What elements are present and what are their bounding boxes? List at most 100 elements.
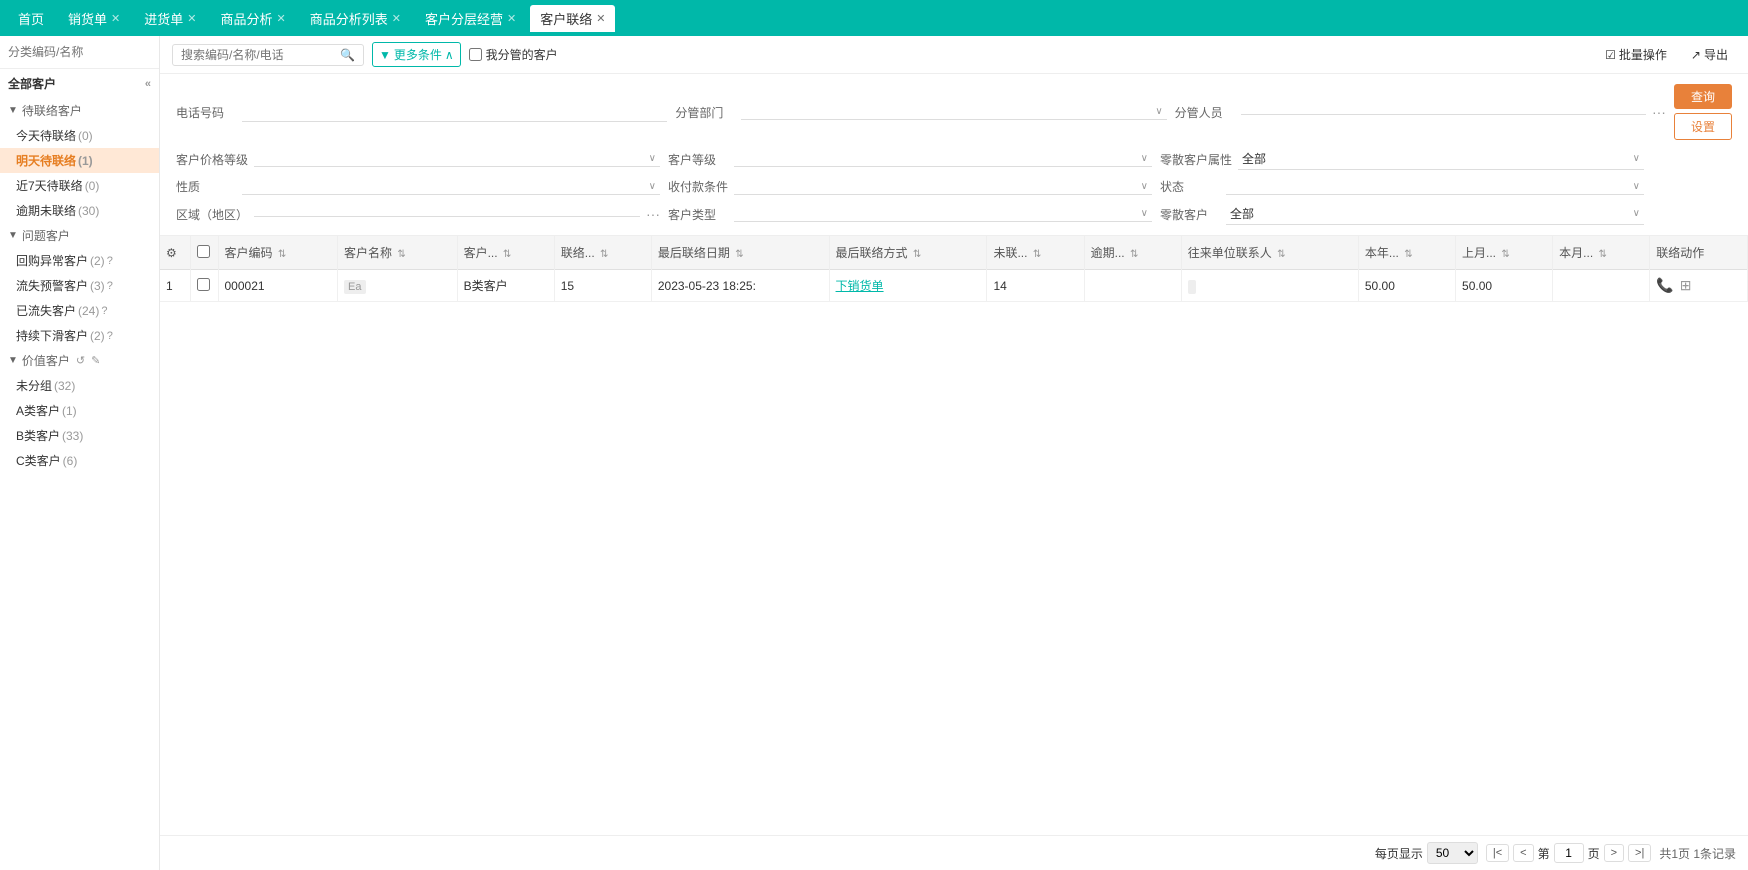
col-type: 客户... ⇅ (457, 236, 554, 270)
filter-region: 区域（地区） ··· (176, 206, 660, 223)
last-method-link[interactable]: 下销货单 (836, 279, 884, 293)
close-icon[interactable]: ✕ (277, 12, 286, 25)
close-icon[interactable]: ✕ (392, 12, 401, 25)
sidebar-item-overdue[interactable]: 逾期未联络(30) (0, 198, 159, 223)
arrow-icon: ▼ (8, 105, 18, 116)
col-un-contact: 未联... ⇅ (987, 236, 1084, 270)
nature-select[interactable]: ∨ (242, 179, 660, 195)
sidebar-item-tomorrow[interactable]: 明天待联络(1) (0, 148, 159, 173)
col-settings[interactable]: ⚙ (160, 236, 190, 270)
batch-operation-button[interactable]: ☑ 批量操作 (1597, 43, 1675, 66)
manager-input[interactable] (1241, 110, 1646, 115)
sidebar-item-repurchase[interactable]: 回购异常客户(2) ? (0, 248, 159, 273)
customer-level-select[interactable]: ∨ (734, 151, 1152, 167)
arrow-icon: ▼ (8, 355, 18, 366)
nav-sales[interactable]: 销货单 ✕ (58, 5, 130, 32)
sidebar-item-lost-warn[interactable]: 流失预警客户(3) ? (0, 273, 159, 298)
search-input[interactable] (181, 48, 336, 62)
more-icon[interactable]: ··· (646, 206, 660, 222)
status-select[interactable]: ∨ (1226, 179, 1644, 195)
sidebar-all-customers[interactable]: 全部客户 « (0, 69, 159, 98)
col-last-month: 上月... ⇅ (1456, 236, 1553, 270)
last-page-button[interactable]: >| (1628, 844, 1651, 862)
close-icon[interactable]: ✕ (596, 12, 605, 25)
sidebar-search-box[interactable]: 🔍 (0, 36, 159, 69)
filter-price-level: 客户价格等级 ∨ (176, 151, 660, 168)
sidebar-section-value[interactable]: ▼ 价值客户 ↺ ✎ (0, 348, 159, 373)
sort-icon[interactable]: ⇅ (1501, 249, 1509, 260)
phone-input[interactable] (242, 103, 667, 122)
sort-icon[interactable]: ⇅ (1277, 249, 1285, 260)
scatter-customer-select[interactable]: 全部 ∨ (1226, 203, 1644, 225)
sort-icon[interactable]: ⇅ (503, 249, 511, 260)
sidebar-item-ungroup[interactable]: 未分组(32) (0, 373, 159, 398)
sidebar-item-today[interactable]: 今天待联络(0) (0, 123, 159, 148)
payment-select[interactable]: ∨ (734, 179, 1152, 195)
sidebar-section-problem[interactable]: ▼ 问题客户 (0, 223, 159, 248)
sidebar-item-class-a[interactable]: A类客户(1) (0, 398, 159, 423)
refresh-icon[interactable]: ↺ (76, 354, 85, 367)
filter-row-2: 客户价格等级 ∨ 客户等级 ∨ 零散客户属性 全部 (176, 148, 1732, 170)
sidebar-item-7days[interactable]: 近7天待联络(0) (0, 173, 159, 198)
qr-icon[interactable]: ⊞ (1680, 277, 1692, 294)
nav-home[interactable]: 首页 (8, 5, 54, 32)
my-customers-checkbox-label[interactable]: 我分管的客户 (469, 46, 558, 63)
close-icon[interactable]: ✕ (507, 12, 516, 25)
page-size-select[interactable]: 50 100 200 (1427, 842, 1478, 864)
prev-page-button[interactable]: < (1513, 844, 1533, 862)
more-filter-button[interactable]: ▼ 更多条件 ∧ (372, 42, 461, 67)
sort-icon[interactable]: ⇅ (735, 249, 743, 260)
sort-icon[interactable]: ⇅ (913, 249, 921, 260)
sidebar-item-continuous-down[interactable]: 持续下滑客户(2) ? (0, 323, 159, 348)
sidebar-search-input[interactable] (8, 45, 160, 59)
close-icon[interactable]: ✕ (187, 12, 196, 25)
customer-table: ⚙ 客户编码 ⇅ 客户名称 ⇅ 客户... ⇅ 联络... ⇅ 最后联络日期 ⇅… (160, 236, 1748, 302)
next-page-button[interactable]: > (1604, 844, 1624, 862)
sort-icon[interactable]: ⇅ (600, 249, 608, 260)
cell-checkbox[interactable] (190, 270, 218, 302)
customer-type-select[interactable]: ∨ (734, 206, 1152, 222)
table-row: 1 000021 Ea B类客户 15 2023-05-23 18:25: 下销… (160, 270, 1748, 302)
select-all-checkbox[interactable] (197, 245, 210, 258)
total-count: 共1页 1条记录 (1659, 845, 1736, 862)
nav-customer-contact[interactable]: 客户联络 ✕ (530, 5, 615, 32)
sort-icon[interactable]: ⇅ (1130, 249, 1138, 260)
sort-icon[interactable]: ⇅ (1599, 249, 1607, 260)
nav-purchase[interactable]: 进货单 ✕ (134, 5, 206, 32)
my-customers-checkbox[interactable] (469, 48, 482, 61)
page-number-input[interactable] (1554, 843, 1584, 863)
sort-icon[interactable]: ⇅ (1033, 249, 1041, 260)
sort-icon[interactable]: ⇅ (278, 249, 286, 260)
row-checkbox[interactable] (197, 278, 210, 291)
export-button[interactable]: ↗ 导出 (1683, 43, 1736, 66)
help-icon: ? (107, 280, 113, 292)
set-button[interactable]: 设置 (1674, 113, 1732, 140)
sort-icon[interactable]: ⇅ (397, 249, 405, 260)
edit-icon[interactable]: ✎ (91, 354, 100, 367)
first-page-button[interactable]: |< (1486, 844, 1509, 862)
cell-last-method[interactable]: 下销货单 (829, 270, 987, 302)
price-level-select[interactable]: ∨ (254, 151, 660, 167)
dept-select[interactable]: ∨ (741, 104, 1166, 120)
more-icon[interactable]: ··· (1652, 104, 1666, 120)
col-last-date: 最后联络日期 ⇅ (651, 236, 829, 270)
scatter-attr-select[interactable]: 全部 ∨ (1238, 148, 1644, 170)
nav-analysis[interactable]: 商品分析 ✕ (210, 5, 295, 32)
search-box[interactable]: 🔍 (172, 44, 364, 66)
region-input[interactable] (254, 212, 640, 217)
sidebar-item-class-b[interactable]: B类客户(33) (0, 423, 159, 448)
filter-row-3: 性质 ∨ 收付款条件 ∨ 状态 (176, 178, 1732, 195)
phone-icon[interactable]: 📞 (1656, 277, 1673, 294)
sort-icon[interactable]: ⇅ (1404, 249, 1412, 260)
sidebar-section-pending[interactable]: ▼ 待联络客户 (0, 98, 159, 123)
sidebar-item-lost[interactable]: 已流失客户(24) ? (0, 298, 159, 323)
close-icon[interactable]: ✕ (111, 12, 120, 25)
help-icon: ? (107, 255, 113, 267)
query-button[interactable]: 查询 (1674, 84, 1732, 109)
nav-customer-segment[interactable]: 客户分层经营 ✕ (415, 5, 526, 32)
filter-nature: 性质 ∨ (176, 178, 660, 195)
col-checkbox[interactable] (190, 236, 218, 270)
sidebar-item-class-c[interactable]: C类客户(6) (0, 448, 159, 473)
nav-analysis-list[interactable]: 商品分析列表 ✕ (300, 5, 411, 32)
filter-row-4: 区域（地区） ··· 客户类型 ∨ 零散客户 全部 ∨ (176, 203, 1732, 225)
